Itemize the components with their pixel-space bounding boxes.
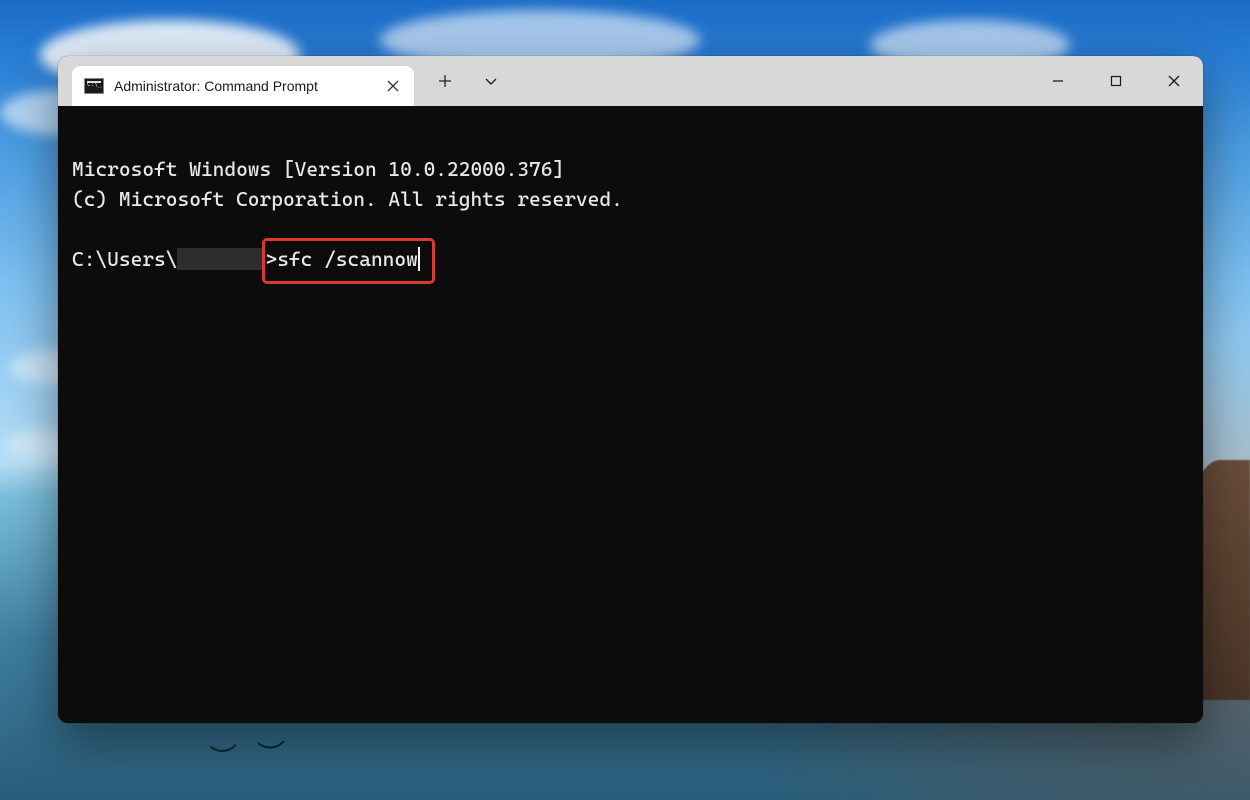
- titlebar[interactable]: Administrator: Command Prompt: [58, 56, 1203, 106]
- maximize-button[interactable]: [1087, 56, 1145, 106]
- terminal-output-line: Microsoft Windows [Version 10.0.22000.37…: [72, 157, 564, 181]
- command-input[interactable]: sfc /scannow: [277, 247, 418, 271]
- minimize-button[interactable]: [1029, 56, 1087, 106]
- terminal-window: Administrator: Command Prompt: [58, 56, 1203, 723]
- new-tab-button[interactable]: [422, 56, 468, 106]
- tab-strip: Administrator: Command Prompt: [58, 56, 414, 106]
- prompt-suffix: >: [265, 247, 277, 271]
- desktop-wallpaper: ︶ ︶ Administrator: Command Prompt: [0, 0, 1250, 800]
- tab-close-button[interactable]: [382, 75, 404, 97]
- terminal-prompt-line: C:\Users\ >sfc /scannow: [72, 244, 420, 274]
- close-icon: [1168, 75, 1180, 87]
- text-cursor: [418, 247, 420, 271]
- close-icon: [387, 80, 399, 92]
- tab-title: Administrator: Command Prompt: [114, 78, 372, 94]
- tabbar-actions: [414, 56, 514, 106]
- titlebar-drag-region[interactable]: [514, 56, 1029, 106]
- terminal-body[interactable]: Microsoft Windows [Version 10.0.22000.37…: [58, 106, 1203, 723]
- tab-active[interactable]: Administrator: Command Prompt: [72, 66, 414, 106]
- terminal-icon: [84, 78, 104, 94]
- plus-icon: [438, 74, 452, 88]
- maximize-icon: [1110, 75, 1122, 87]
- prompt-prefix: C:\Users\: [72, 247, 177, 271]
- wallpaper-birds: ︶ ︶: [209, 732, 293, 778]
- tab-dropdown-button[interactable]: [468, 56, 514, 106]
- close-button[interactable]: [1145, 56, 1203, 106]
- terminal-output-line: (c) Microsoft Corporation. All rights re…: [72, 187, 623, 211]
- redacted-username: [177, 248, 265, 270]
- window-controls: [1029, 56, 1203, 106]
- chevron-down-icon: [484, 74, 498, 88]
- minimize-icon: [1052, 75, 1064, 87]
